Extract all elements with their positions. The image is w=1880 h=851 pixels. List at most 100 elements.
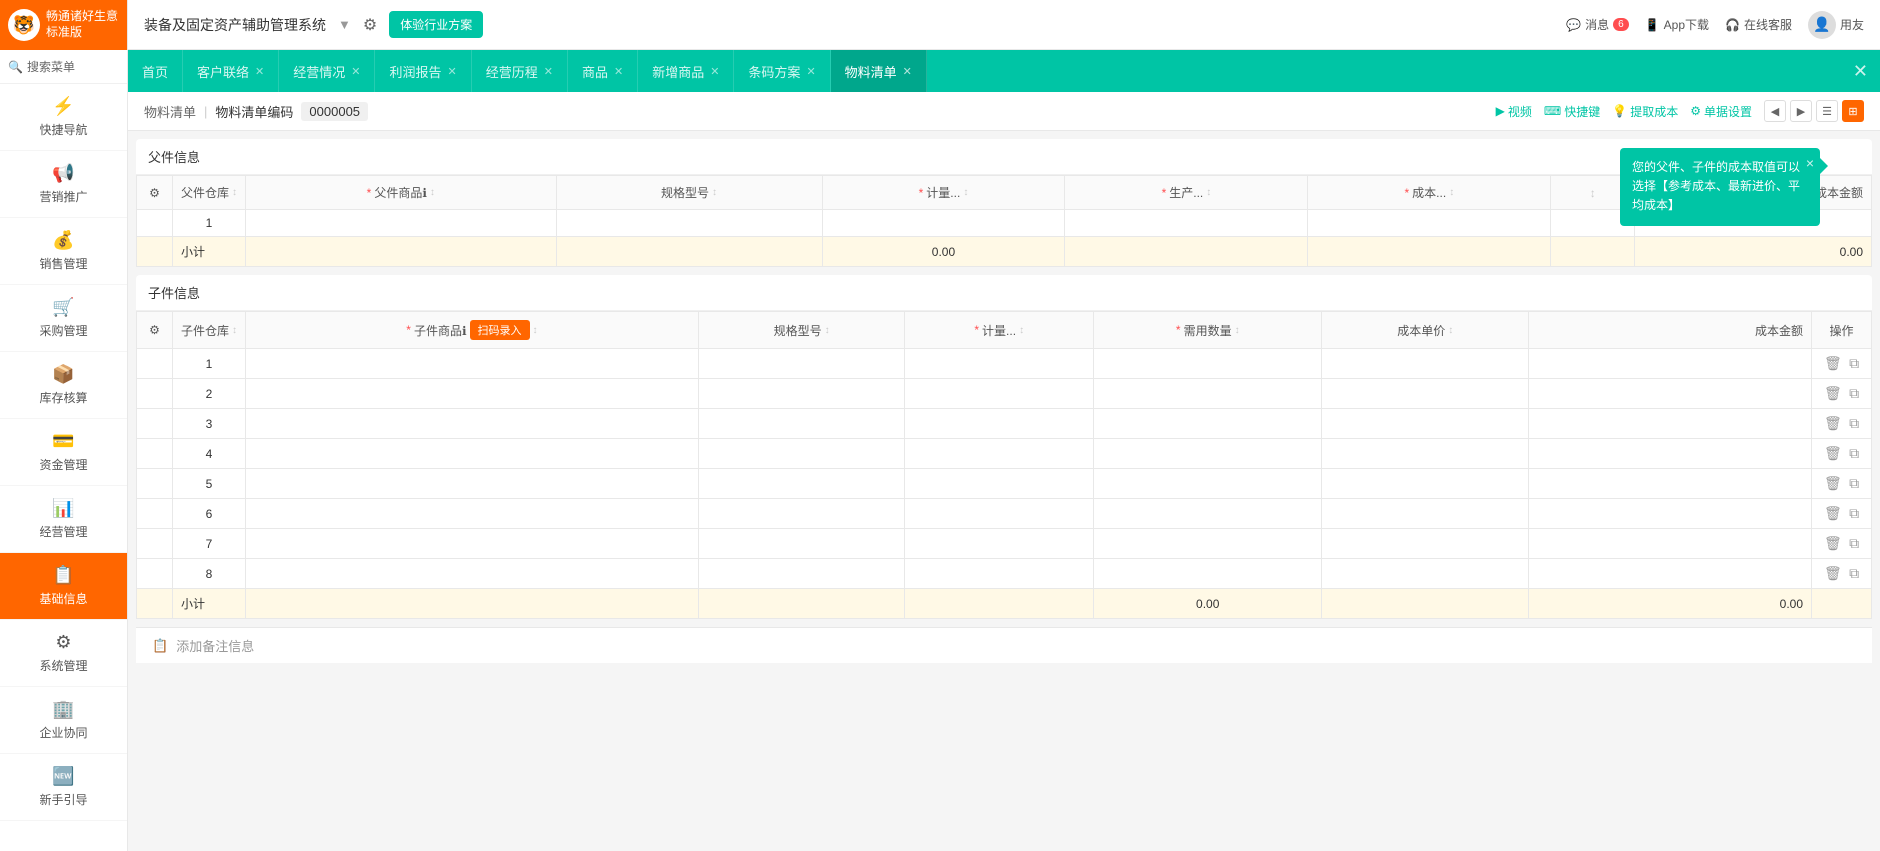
sidebar-item-guide[interactable]: 🆕 新手引导 (0, 754, 127, 821)
child-th-settings[interactable]: ⚙ (137, 312, 173, 349)
parent-subtotal-row: 小计 0.00 0.00 (137, 237, 1872, 267)
child-th-unit: * 计量... ↕ (905, 312, 1094, 349)
child-row1-settings (137, 349, 173, 379)
delete-row6-btn[interactable]: 🗑 (1824, 505, 1842, 521)
online-service-btn[interactable]: 🎧 在线客服 (1725, 16, 1792, 33)
child-row1-unit[interactable] (905, 349, 1094, 379)
tab-barcode-plan[interactable]: 条码方案 ✕ (734, 50, 830, 92)
tab-customer-close[interactable]: ✕ (255, 65, 264, 78)
sidebar-item-system[interactable]: ⚙ 系统管理 (0, 620, 127, 687)
user-name: 用友 (1840, 16, 1864, 33)
copy-row8-btn[interactable]: ⧉ (1849, 565, 1859, 581)
sidebar-item-label: 库存核算 (39, 389, 87, 406)
parent-table: ⚙ 父件仓库 ↕ * 父件商品ℹ ↕ 规格型号 ↕ * 计量... ↕ * 生产… (136, 175, 1872, 267)
child-subtotal-amount: 0.00 (1529, 589, 1812, 619)
tab-operation-status-close[interactable]: ✕ (351, 65, 360, 78)
copy-row3-btn[interactable]: ⧉ (1849, 415, 1859, 431)
sidebar-item-quick-nav[interactable]: ⚡ 快捷导航 (0, 84, 127, 151)
tab-profit-report-close[interactable]: ✕ (448, 65, 457, 78)
delete-row5-btn[interactable]: 🗑 (1824, 475, 1842, 491)
single-settings-action[interactable]: ⚙ 单据设置 (1690, 103, 1752, 120)
child-row1-unit-cost[interactable] (1322, 349, 1529, 379)
sidebar-item-enterprise[interactable]: 🏢 企业协同 (0, 687, 127, 754)
shortcut-icon: ⌨ (1544, 104, 1561, 118)
quick-nav-icon: ⚡ (52, 96, 74, 117)
tab-operation-status[interactable]: 经营情况 ✕ (279, 50, 375, 92)
nav-grid[interactable]: ⊞ (1842, 100, 1864, 122)
parent-row-product[interactable] (246, 210, 557, 237)
online-service-label: 在线客服 (1744, 16, 1792, 33)
nav-menu[interactable]: ☰ (1816, 100, 1838, 122)
copy-row7-btn[interactable]: ⧉ (1849, 535, 1859, 551)
parent-subtotal-label: 小计 (173, 237, 246, 267)
tab-operation-history-close[interactable]: ✕ (544, 65, 553, 78)
remarks-hint[interactable]: 添加备注信息 (176, 636, 254, 655)
dropdown-arrow[interactable]: ▼ (338, 17, 351, 32)
parent-th-settings[interactable]: ⚙ (137, 176, 173, 210)
tab-profit-report[interactable]: 利润报告 ✕ (375, 50, 471, 92)
app-download-btn[interactable]: 📱 App下载 (1645, 16, 1709, 33)
parent-subtotal-c2 (556, 237, 822, 267)
copy-row5-btn[interactable]: ⧉ (1849, 475, 1859, 491)
delete-row2-btn[interactable]: 🗑 (1824, 385, 1842, 401)
delete-row4-btn[interactable]: 🗑 (1824, 445, 1842, 461)
delete-row7-btn[interactable]: 🗑 (1824, 535, 1842, 551)
copy-row4-btn[interactable]: ⧉ (1849, 445, 1859, 461)
system-icon: ⚙ (55, 632, 71, 653)
shortcut-action[interactable]: ⌨ 快捷键 (1544, 103, 1600, 120)
tab-home[interactable]: 首页 (128, 50, 183, 92)
trial-btn[interactable]: 体验行业方案 (389, 11, 483, 38)
sidebar-item-label: 企业协同 (39, 724, 87, 741)
tab-product-close[interactable]: ✕ (614, 65, 623, 78)
sidebar-item-purchase[interactable]: 🛒 采购管理 (0, 285, 127, 352)
delete-row3-btn[interactable]: 🗑 (1824, 415, 1842, 431)
sidebar-item-marketing[interactable]: 📢 营销推广 (0, 151, 127, 218)
guide-icon: 🆕 (52, 766, 74, 787)
copy-row6-btn[interactable]: ⧉ (1849, 505, 1859, 521)
parent-row-spec[interactable] (556, 210, 822, 237)
sidebar-item-finance[interactable]: 💳 资金管理 (0, 419, 127, 486)
extract-cost-action[interactable]: 💡 提取成本 (1612, 103, 1678, 120)
breadcrumb-parent: 物料清单 (144, 102, 196, 121)
copy-row1-btn[interactable]: ⧉ (1849, 355, 1859, 371)
tab-product[interactable]: 商品 ✕ (568, 50, 638, 92)
copy-row2-btn[interactable]: ⧉ (1849, 385, 1859, 401)
nav-prev[interactable]: ◀ (1764, 100, 1786, 122)
parent-th-spec: 规格型号 ↕ (556, 176, 822, 210)
close-all-tabs[interactable]: ✕ (1841, 61, 1880, 82)
tab-barcode-plan-close[interactable]: ✕ (806, 65, 815, 78)
tab-operation-status-label: 经营情况 (293, 62, 345, 81)
sidebar-item-label: 经营管理 (39, 523, 87, 540)
settings2-icon: ⚙ (1690, 104, 1701, 118)
parent-table-wrapper: ⚙ 父件仓库 ↕ * 父件商品ℹ ↕ 规格型号 ↕ * 计量... ↕ * 生产… (136, 175, 1872, 267)
tooltip-close-btn[interactable]: × (1806, 152, 1814, 174)
tab-bom-list-close[interactable]: ✕ (903, 65, 912, 78)
settings-icon[interactable]: ⚙ (363, 15, 377, 35)
message-btn[interactable]: 💬 消息 6 (1566, 16, 1629, 33)
child-row1-product[interactable] (246, 349, 699, 379)
sidebar-item-basic-info[interactable]: 📋 基础信息 (0, 553, 127, 620)
user-avatar: 👤 (1808, 11, 1836, 39)
user-btn[interactable]: 👤 用友 (1808, 11, 1864, 39)
tab-customer[interactable]: 客户联络 ✕ (183, 50, 279, 92)
nav-next[interactable]: ▶ (1790, 100, 1812, 122)
tab-new-product-close[interactable]: ✕ (710, 65, 719, 78)
tab-new-product[interactable]: 新增商品 ✕ (638, 50, 734, 92)
message-badge: 6 (1613, 18, 1629, 31)
sidebar-item-inventory[interactable]: 📦 库存核算 (0, 352, 127, 419)
parent-row-production[interactable] (1065, 210, 1308, 237)
video-action[interactable]: ▶ 视频 (1496, 103, 1532, 120)
sidebar-item-operation[interactable]: 📊 经营管理 (0, 486, 127, 553)
scan-input-btn[interactable]: 扫码录入 (470, 320, 530, 340)
parent-row-unit[interactable] (822, 210, 1065, 237)
delete-row1-btn[interactable]: 🗑 (1824, 355, 1842, 371)
delete-row8-btn[interactable]: 🗑 (1824, 565, 1842, 581)
child-row1-spec[interactable] (698, 349, 905, 379)
tab-bom-list[interactable]: 物料清单 ✕ (831, 50, 927, 92)
parent-subtotal-c4 (1308, 237, 1551, 267)
tab-operation-history[interactable]: 经营历程 ✕ (472, 50, 568, 92)
parent-row-cost[interactable] (1308, 210, 1551, 237)
search-menu[interactable]: 🔍 搜索菜单 (0, 50, 127, 84)
child-row1-qty[interactable] (1094, 349, 1322, 379)
sidebar-item-sales[interactable]: 💰 销售管理 (0, 218, 127, 285)
